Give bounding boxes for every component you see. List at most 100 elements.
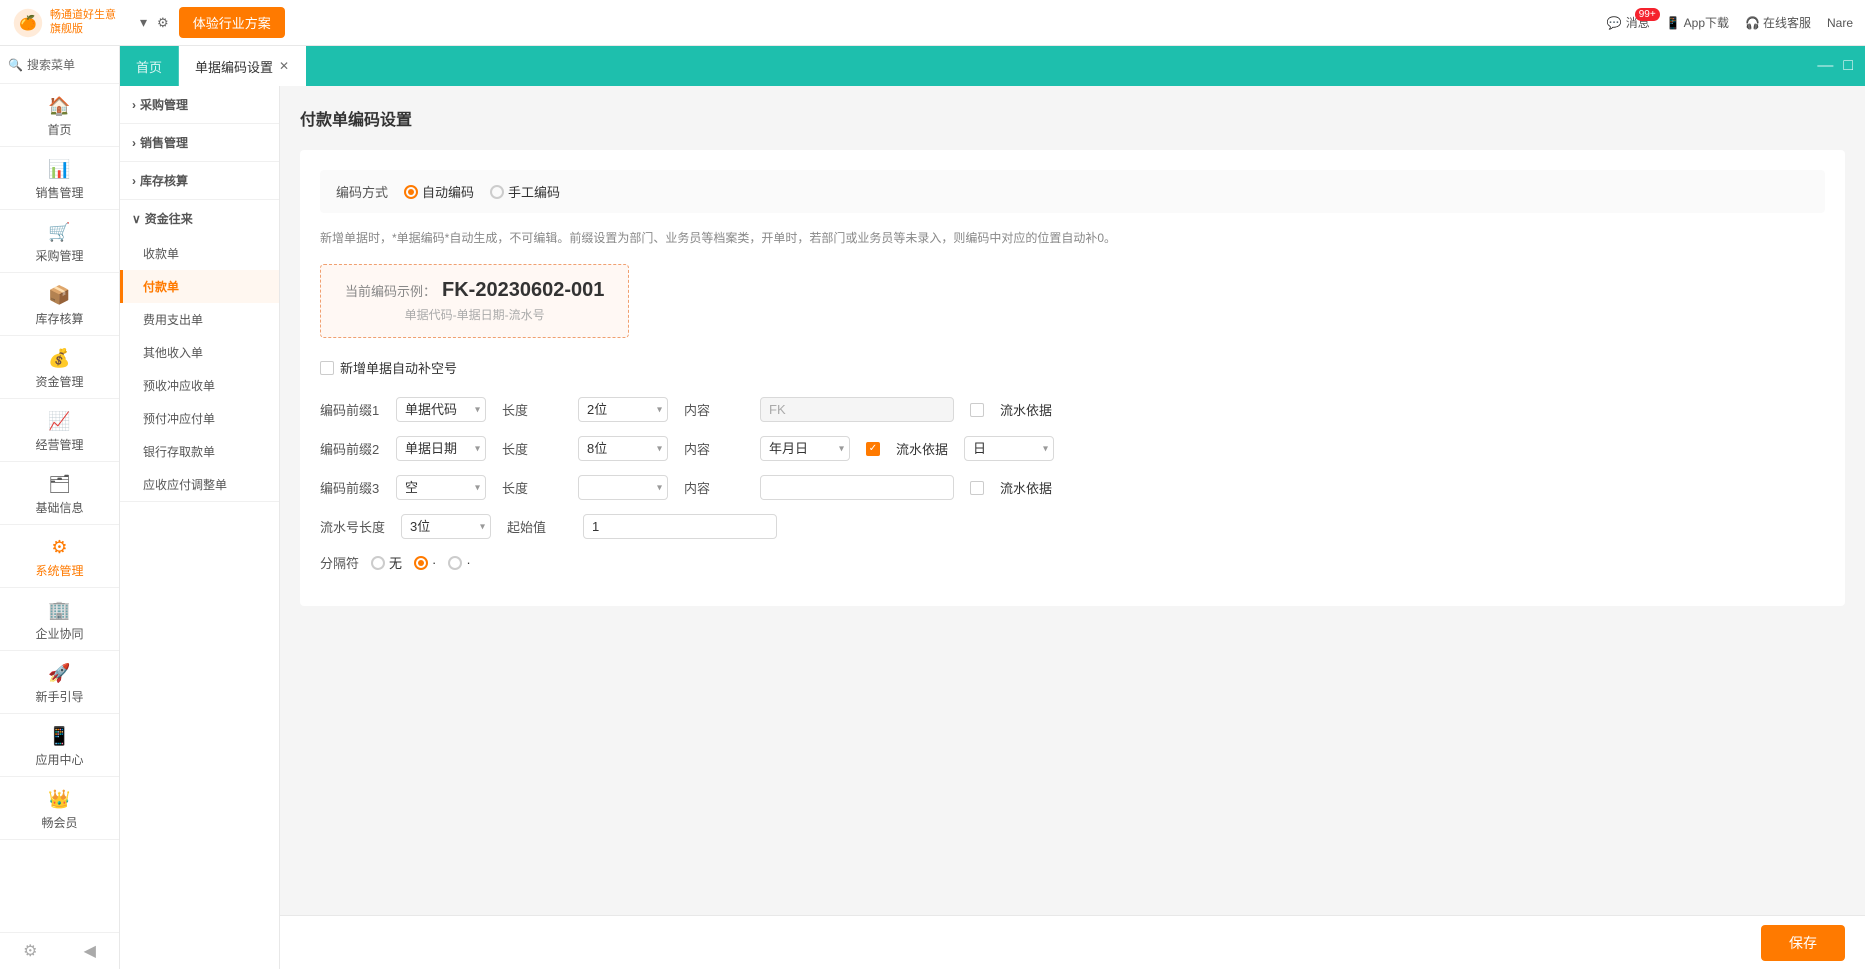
sidebar-settings-icon[interactable]: ⚙ <box>23 941 37 961</box>
sidebar-item-system[interactable]: ⚙ 系统管理 <box>0 525 119 588</box>
tab-close-icon[interactable]: ✕ <box>279 59 289 73</box>
start-value-input[interactable] <box>583 514 777 539</box>
separator-none-label: 无 <box>389 553 402 572</box>
sidebar-collapse-icon[interactable]: ◀ <box>84 941 96 961</box>
settings-icon[interactable]: ⚙ <box>157 15 169 31</box>
purchase-icon: 🛒 <box>48 222 70 243</box>
auto-fill-label: 新增单据自动补空号 <box>340 358 457 377</box>
logo-icon: 🍊 <box>12 7 44 39</box>
encode-method-row: 编码方式 自动编码 手工编码 <box>320 170 1825 213</box>
save-button[interactable]: 保存 <box>1761 925 1845 961</box>
maximize-icon[interactable]: □ <box>1839 53 1857 79</box>
user-avatar[interactable]: Nare <box>1827 16 1853 30</box>
tab-home[interactable]: 首页 <box>120 46 179 86</box>
length2-select[interactable]: 8位 <box>578 436 668 461</box>
chevron-right-icon2: › <box>132 136 136 150</box>
sidebar-item-label: 畅会员 <box>41 814 77 831</box>
chevron-right-icon3: › <box>132 174 136 188</box>
content3-input[interactable] <box>760 475 954 500</box>
separator-dot-radio[interactable]: · <box>414 555 436 570</box>
serial3-checkbox[interactable] <box>970 481 984 495</box>
separator-dot2-label: · <box>466 555 470 570</box>
sidebar-item-base[interactable]: 🗂 基础信息 <box>0 462 119 525</box>
app-download-button[interactable]: 📱 App下载 <box>1666 14 1729 31</box>
code-preview-value: FK-20230602-001 <box>442 279 604 302</box>
separator-dot-label: · <box>432 555 436 570</box>
sidebar-item-label: 基础信息 <box>35 499 83 516</box>
appcenter-icon: 📱 <box>48 726 70 747</box>
sec-item-prepay-payable[interactable]: 预付冲应付单 <box>120 402 279 435</box>
serial3-label: 流水依据 <box>1000 478 1052 497</box>
prefix1-label: 编码前缀1 <box>320 400 380 419</box>
serial1-checkbox[interactable] <box>970 403 984 417</box>
sec-item-other-income[interactable]: 其他收入单 <box>120 336 279 369</box>
sec-group-purchase-title[interactable]: › 采购管理 <box>120 86 279 123</box>
separator-none-radio[interactable]: 无 <box>371 553 402 572</box>
prefix2-select[interactable]: 单据日期 <box>396 436 486 461</box>
messages-button[interactable]: 💬 消息 99+ <box>1607 14 1650 31</box>
top-bar-mid: ▾ ⚙ 体验行业方案 <box>140 7 285 38</box>
tab-encode-settings[interactable]: 单据编码设置 ✕ <box>179 46 306 86</box>
search-menu-button[interactable]: 🔍 搜索菜单 <box>0 46 119 84</box>
length1-select-wrap: 2位 <box>578 397 668 422</box>
prefix1-select[interactable]: 单据代码 <box>396 397 486 422</box>
sidebar-item-newguide[interactable]: 🚀 新手引导 <box>0 651 119 714</box>
main-content: 付款单编码设置 编码方式 自动编码 手工编码 <box>280 86 1865 915</box>
main-layout: 🔍 搜索菜单 🏠 首页 📊 销售管理 🛒 采购管理 📦 库存核算 💰 资金管理 … <box>0 46 1865 969</box>
content2-select[interactable]: 年月日 <box>760 436 850 461</box>
sec-item-receipt[interactable]: 收款单 <box>120 237 279 270</box>
top-bar: 🍊 畅通道好生意 旗舰版 ▾ ⚙ 体验行业方案 💬 消息 99+ 📱 App下载… <box>0 0 1865 46</box>
minimize-icon[interactable]: — <box>1813 53 1837 79</box>
sec-group-inventory-title[interactable]: › 库存核算 <box>120 162 279 199</box>
secondary-sidebar: › 采购管理 › 销售管理 › 库存核算 <box>120 86 280 969</box>
sidebar-item-label: 首页 <box>47 121 71 138</box>
content-area: 首页 单据编码设置 ✕ — □ › 采购管理 <box>120 46 1865 969</box>
serial2-unit-select[interactable]: 日 <box>964 436 1054 461</box>
finance-icon: 💰 <box>48 348 70 369</box>
sec-item-expense[interactable]: 费用支出单 <box>120 303 279 336</box>
sidebar-item-inventory[interactable]: 📦 库存核算 <box>0 273 119 336</box>
top-bar-right: 💬 消息 99+ 📱 App下载 🎧 在线客服 Nare <box>1607 14 1853 31</box>
form-row-1: 编码前缀1 单据代码 长度 2位 <box>320 397 1825 422</box>
system-icon: ⚙ <box>51 537 67 558</box>
sec-item-prepay-receivable[interactable]: 预收冲应收单 <box>120 369 279 402</box>
sidebar-item-label: 企业协同 <box>35 625 83 642</box>
prefix3-select[interactable]: 空 <box>396 475 486 500</box>
auto-encode-label: 自动编码 <box>422 182 474 201</box>
sidebar-item-sales[interactable]: 📊 销售管理 <box>0 147 119 210</box>
sidebar-item-finance[interactable]: 💰 资金管理 <box>0 336 119 399</box>
separator-dot2-radio[interactable]: · <box>448 555 470 570</box>
sidebar-item-enterprise[interactable]: 🏢 企业协同 <box>0 588 119 651</box>
sec-item-bank[interactable]: 银行存取款单 <box>120 435 279 468</box>
bottom-bar: 保存 <box>280 915 1865 969</box>
serial-length-select[interactable]: 3位 <box>401 514 491 539</box>
form-row-2: 编码前缀2 单据日期 长度 8位 <box>320 436 1825 461</box>
download-icon: 📱 <box>1666 16 1681 30</box>
auto-encode-radio[interactable]: 自动编码 <box>404 182 474 201</box>
message-icon: 💬 <box>1607 16 1622 30</box>
experience-button[interactable]: 体验行业方案 <box>179 7 285 38</box>
sidebar-item-home[interactable]: 🏠 首页 <box>0 84 119 147</box>
sidebar-item-purchase[interactable]: 🛒 采购管理 <box>0 210 119 273</box>
serial2-checkbox[interactable]: ✓ <box>866 442 880 456</box>
top-bar-left: 🍊 畅通道好生意 旗舰版 ▾ ⚙ 体验行业方案 <box>12 7 1599 39</box>
sec-item-payment[interactable]: 付款单 <box>120 270 279 303</box>
sidebar-item-label: 经营管理 <box>35 436 83 453</box>
sidebar-item-member[interactable]: 👑 畅会员 <box>0 777 119 840</box>
sidebar-item-operation[interactable]: 📈 经营管理 <box>0 399 119 462</box>
sec-group-sales-title[interactable]: › 销售管理 <box>120 124 279 161</box>
serial-length-label: 流水号长度 <box>320 517 385 536</box>
sidebar-item-appcenter[interactable]: 📱 应用中心 <box>0 714 119 777</box>
manual-encode-radio[interactable]: 手工编码 <box>490 182 560 201</box>
sec-item-adjust[interactable]: 应收应付调整单 <box>120 468 279 501</box>
dropdown-arrow-icon[interactable]: ▾ <box>140 14 147 31</box>
auto-fill-checkbox[interactable] <box>320 361 334 375</box>
length1-select[interactable]: 2位 <box>578 397 668 422</box>
length3-select[interactable] <box>578 475 668 500</box>
page-title: 付款单编码设置 <box>300 106 1845 130</box>
code-preview-sub: 单据代码-单据日期-流水号 <box>345 306 604 323</box>
logo-area: 🍊 畅通道好生意 旗舰版 <box>12 7 132 39</box>
sec-group-capital-title[interactable]: ∨ 资金往来 <box>120 200 279 237</box>
logo-text: 畅通道好生意 旗舰版 <box>50 9 116 35</box>
online-service-button[interactable]: 🎧 在线客服 <box>1745 14 1811 31</box>
